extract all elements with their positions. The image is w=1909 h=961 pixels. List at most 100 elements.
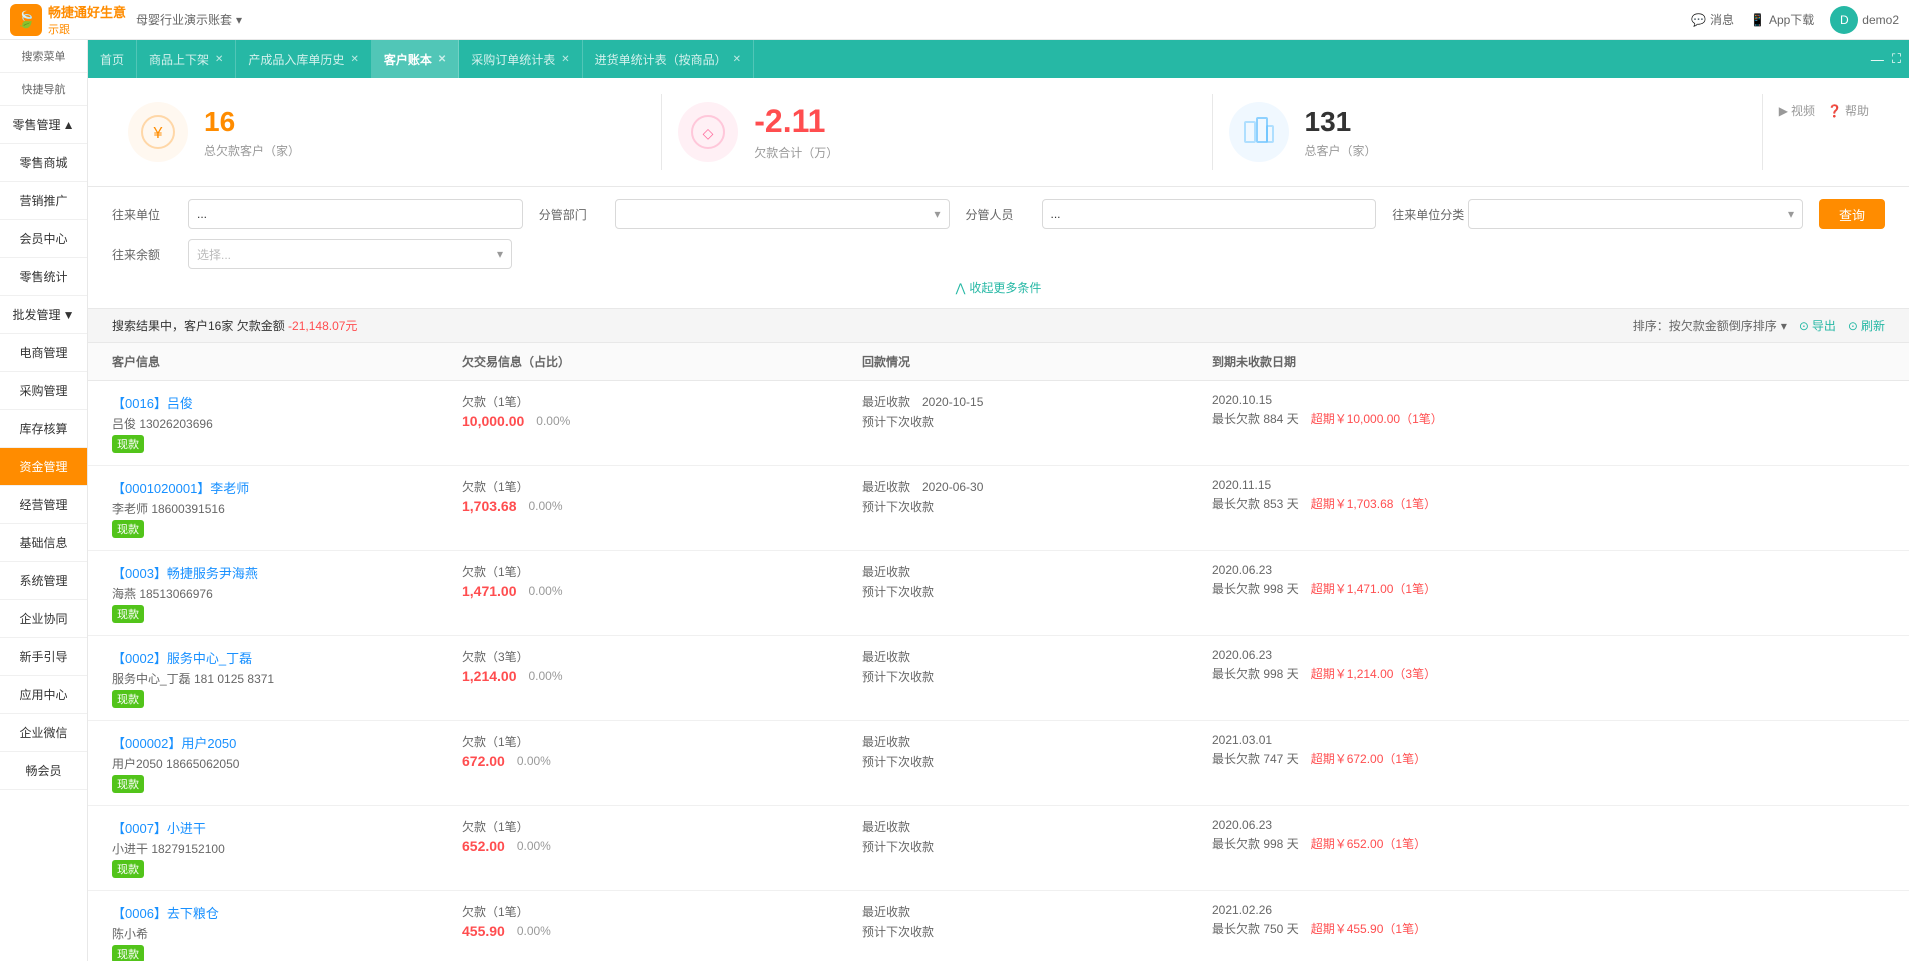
overdue-link-1[interactable]: 超期￥1,703.68（1笔） xyxy=(1311,497,1436,511)
overdue-link-0[interactable]: 超期￥10,000.00（1笔） xyxy=(1311,412,1443,426)
overdue-link-3[interactable]: 超期￥1,214.00（3笔） xyxy=(1311,667,1436,681)
customer-tag-4: 现款 xyxy=(112,775,144,793)
sidebar-item-app-center[interactable]: 应用中心 xyxy=(0,676,87,714)
sidebar-item-retail-stat[interactable]: 零售统计 xyxy=(0,258,87,296)
customer-detail-5: 小进干 18279152100 xyxy=(112,840,462,857)
app-subtext: 示跟 xyxy=(48,21,126,37)
balance-placeholder: 选择... xyxy=(197,246,231,263)
result-info: 搜索结果中，客户16家 欠款金额 -21,148.07元 xyxy=(112,317,357,334)
customer-tag-2: 现款 xyxy=(112,605,144,623)
tab-products-label: 商品上下架 xyxy=(149,51,209,68)
sidebar-item-inventory[interactable]: 库存核算 xyxy=(0,410,87,448)
tabs-maximize-icon[interactable]: ⛶ xyxy=(1892,51,1901,67)
overdue-link-2[interactable]: 超期￥1,471.00（1笔） xyxy=(1311,582,1436,596)
unit-category-dropdown-icon: ▾ xyxy=(1788,207,1794,221)
overdue-link-6[interactable]: 超期￥455.90（1笔） xyxy=(1311,922,1426,936)
tab-products[interactable]: 商品上下架 ✕ xyxy=(137,40,236,78)
messages-btn[interactable]: 💬 消息 xyxy=(1691,11,1734,28)
refresh-icon: ⊙ xyxy=(1848,319,1858,333)
refresh-btn[interactable]: ⊙ 刷新 xyxy=(1848,317,1885,334)
app-download-btn[interactable]: 📱 App下载 xyxy=(1750,11,1814,28)
recovery-info-4: 最近收款 预计下次收款 xyxy=(862,733,1212,793)
search-button[interactable]: 查询 xyxy=(1819,199,1885,229)
sidebar: 搜索菜单 快捷导航 零售管理 ▲ 零售商城 营销推广 会员中心 零售统计 批发管… xyxy=(0,40,88,961)
table-row: 【0016】吕俊 吕俊 13026203696 现款 欠款（1笔） 10,000… xyxy=(88,381,1909,466)
sidebar-item-batch-mgmt[interactable]: 批发管理 ▼ xyxy=(0,296,87,334)
view-video-btn[interactable]: ▶ 视频 xyxy=(1779,102,1815,119)
sidebar-item-retail-mgmt[interactable]: 零售管理 ▲ xyxy=(0,106,87,144)
sidebar-item-marketing[interactable]: 营销推广 xyxy=(0,182,87,220)
tab-customer-ledger[interactable]: 客户账本 ✕ xyxy=(372,40,459,78)
debt-info-5: 欠款（1笔） 652.00 0.00% xyxy=(462,818,862,878)
customer-name-4[interactable]: 【000002】用户2050 xyxy=(112,733,462,752)
sidebar-search[interactable]: 搜索菜单 xyxy=(0,40,87,73)
sidebar-item-newbie[interactable]: 新手引导 xyxy=(0,638,87,676)
sidebar-item-ops[interactable]: 经营管理 xyxy=(0,486,87,524)
sidebar-item-system[interactable]: 系统管理 xyxy=(0,562,87,600)
company-select[interactable]: 母婴行业演示账套 ▾ xyxy=(136,11,242,28)
stat-card-debt-customers: ¥ 16 总欠款客户（家） xyxy=(112,94,662,170)
stat-card-total-customers: 131 总客户（家） xyxy=(1213,94,1763,170)
collapse-row[interactable]: ⋀ 收起更多条件 xyxy=(112,279,1885,296)
tabs-minimize-icon[interactable]: — xyxy=(1871,52,1884,67)
overdue-info-1: 2020.11.15 最长欠款 853 天 超期￥1,703.68（1笔） xyxy=(1212,478,1885,538)
balance-select[interactable]: 选择... ▾ xyxy=(188,239,512,269)
user-avatar-btn[interactable]: D demo2 xyxy=(1830,6,1899,34)
customer-name-5[interactable]: 【0007】小进干 xyxy=(112,818,462,837)
sidebar-item-batch-mgmt-label: 批发管理 xyxy=(13,306,61,323)
tab-purchase-order-close[interactable]: ✕ xyxy=(561,54,569,65)
from-unit-label: 往来单位 xyxy=(112,206,182,223)
unit-category-select[interactable]: ▾ xyxy=(1468,199,1803,229)
person-label: 分管人员 xyxy=(966,206,1036,223)
filter-dept: 分管部门 ▾ xyxy=(539,199,950,229)
tab-purchase-order[interactable]: 采购订单统计表 ✕ xyxy=(459,40,582,78)
table-row: 【0007】小进干 小进干 18279152100 现款 欠款（1笔） 652.… xyxy=(88,806,1909,891)
debt-info-3: 欠款（3笔） 1,214.00 0.00% xyxy=(462,648,862,708)
tab-inbound-stat[interactable]: 进货单统计表（按商品） ✕ xyxy=(583,40,754,78)
customer-name-1[interactable]: 【0001020001】李老师 xyxy=(112,478,462,497)
tab-production[interactable]: 产成品入库单历史 ✕ xyxy=(236,40,371,78)
overdue-link-5[interactable]: 超期￥652.00（1笔） xyxy=(1311,837,1426,851)
customer-name-6[interactable]: 【0006】去下粮仓 xyxy=(112,903,462,922)
customer-name-2[interactable]: 【0003】畅捷服务尹海燕 xyxy=(112,563,462,582)
sidebar-item-ecommerce[interactable]: 电商管理 xyxy=(0,334,87,372)
tab-customer-ledger-close[interactable]: ✕ xyxy=(438,54,446,65)
customer-info-4: 【000002】用户2050 用户2050 18665062050 现款 xyxy=(112,733,462,793)
sidebar-item-purchase[interactable]: 采购管理 xyxy=(0,372,87,410)
max-overdue-4: 最长欠款 747 天 超期￥672.00（1笔） xyxy=(1212,750,1885,767)
result-actions: 排序：按欠款金额倒序排序 ▾ ⊙ 导出 ⊙ 刷新 xyxy=(1633,317,1885,334)
debt-percent-1: 0.00% xyxy=(529,499,563,513)
customer-info-5: 【0007】小进干 小进干 18279152100 现款 xyxy=(112,818,462,878)
sidebar-quick-nav[interactable]: 快捷导航 xyxy=(0,73,87,106)
export-btn[interactable]: ⊙ 导出 xyxy=(1799,317,1836,334)
tabs-actions: — ⛶ xyxy=(1863,51,1909,67)
sidebar-item-basic[interactable]: 基础信息 xyxy=(0,524,87,562)
debt-amount-1: 1,703.68 xyxy=(462,498,517,514)
from-unit-input[interactable]: ... xyxy=(188,199,523,229)
sidebar-item-capital[interactable]: 资金管理 xyxy=(0,448,87,486)
tab-production-close[interactable]: ✕ xyxy=(350,54,358,65)
customer-name-3[interactable]: 【0002】服务中心_丁磊 xyxy=(112,648,462,667)
balance-dropdown-icon: ▾ xyxy=(497,247,503,261)
app-name: 畅捷通好生意 xyxy=(48,2,126,21)
sort-select[interactable]: 排序：按欠款金额倒序排序 ▾ xyxy=(1633,317,1787,334)
sidebar-item-enterprise-wx[interactable]: 企业微信 xyxy=(0,714,87,752)
tab-products-close[interactable]: ✕ xyxy=(215,54,223,65)
dept-select[interactable]: ▾ xyxy=(615,199,950,229)
help-btn[interactable]: ❓ 帮助 xyxy=(1827,102,1869,119)
tab-home[interactable]: 首页 xyxy=(88,40,137,78)
debt-info-1: 欠款（1笔） 1,703.68 0.00% xyxy=(462,478,862,538)
sidebar-item-retail-mall[interactable]: 零售商城 xyxy=(0,144,87,182)
customer-detail-0: 吕俊 13026203696 xyxy=(112,415,462,432)
person-input[interactable]: ... xyxy=(1042,199,1377,229)
sidebar-item-member[interactable]: 会员中心 xyxy=(0,220,87,258)
overdue-link-4[interactable]: 超期￥672.00（1笔） xyxy=(1311,752,1426,766)
tab-inbound-stat-close[interactable]: ✕ xyxy=(733,54,741,65)
sidebar-item-vip[interactable]: 畅会员 xyxy=(0,752,87,790)
customer-name-0[interactable]: 【0016】吕俊 xyxy=(112,393,462,412)
sidebar-item-enterprise[interactable]: 企业协同 xyxy=(0,600,87,638)
debt-amount-info: -2.11 欠款合计（万） xyxy=(754,103,1195,161)
app-download-icon: 📱 xyxy=(1750,13,1765,27)
filter-unit-category: 往来单位分类 ▾ xyxy=(1392,199,1803,229)
svg-text:◇: ◇ xyxy=(703,125,714,141)
